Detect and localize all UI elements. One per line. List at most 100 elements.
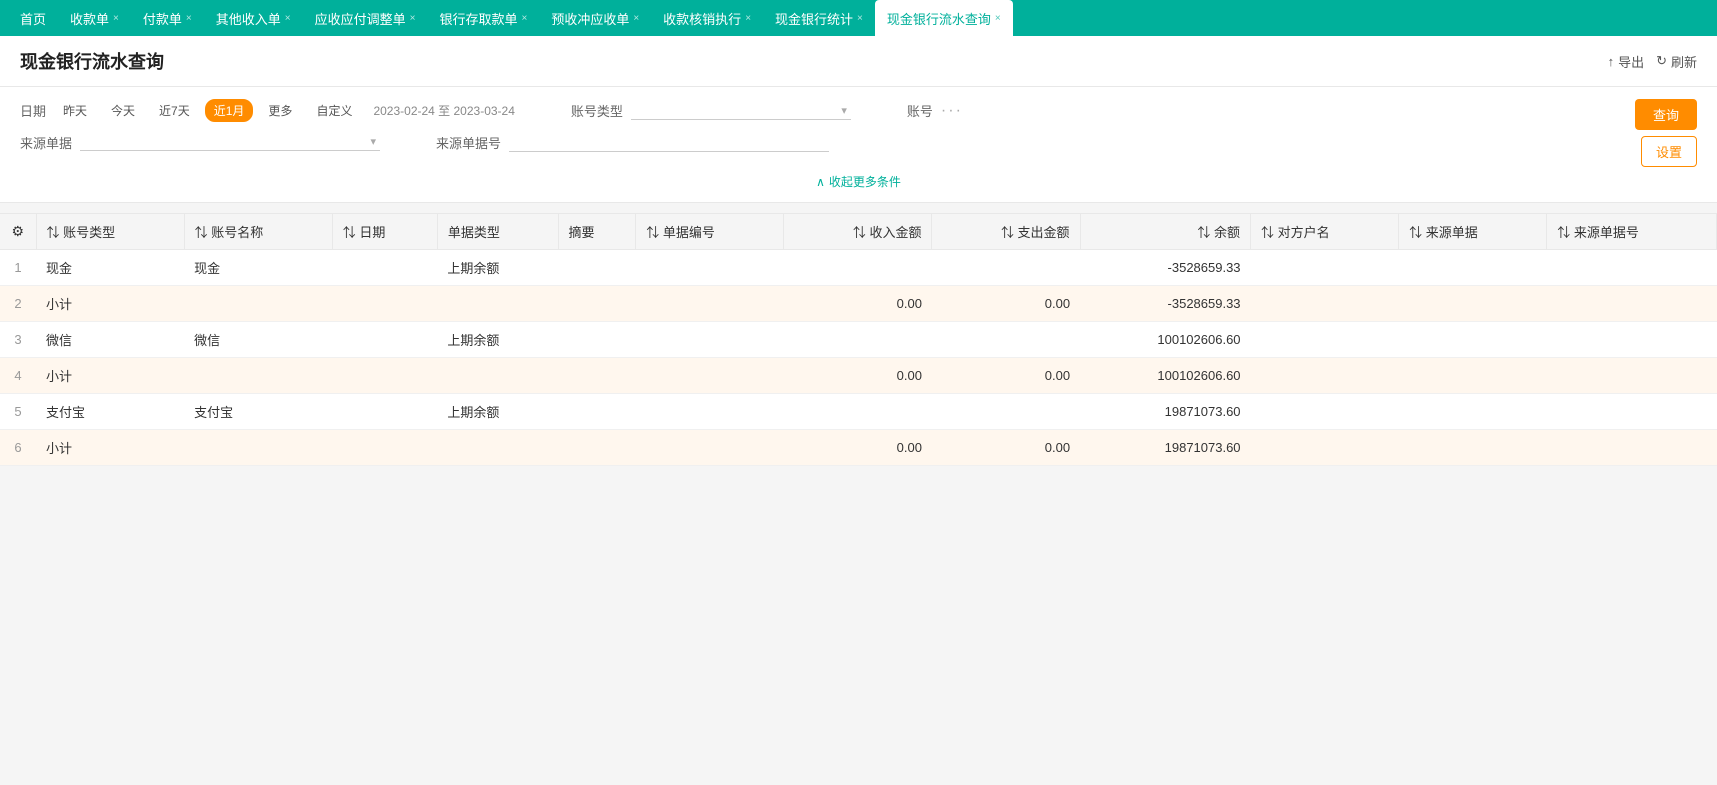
collapse-button[interactable]: ∧ 收起更多条件 [816,173,901,190]
cell-row-num: 5 [0,394,36,430]
cell-counterpart [1251,286,1399,322]
cell-date [332,358,437,394]
col-balance[interactable]: ⇅ 余额 [1080,214,1250,250]
col-doc-type[interactable]: 单据类型 [437,214,558,250]
nav-tab-3[interactable]: 应收应付调整单 × [303,0,428,36]
date-range: 2023-02-24 至 2023-03-24 [373,102,514,119]
col-account-type[interactable]: ⇅ 账号类型 [36,214,184,250]
col-date[interactable]: ⇅ 日期 [332,214,437,250]
cell-doc_type: 上期余额 [437,394,558,430]
col-doc-no[interactable]: ⇅ 单据编号 [636,214,784,250]
export-button[interactable]: ↑ 导出 [1608,52,1645,71]
nav-tab-0[interactable]: 收款单× [58,0,131,36]
cell-date [332,250,437,286]
cell-account_name: 现金 [184,250,332,286]
nav-tab-7[interactable]: 现金银行统计× [763,0,875,36]
nav-tab-label: 应收应付调整单 [315,9,406,28]
export-icon: ↑ [1608,54,1615,69]
nav-tab-5[interactable]: 预收冲应收单× [539,0,651,36]
account-label: 账号 [907,101,933,120]
settings-button[interactable]: 设置 [1641,136,1697,167]
cell-income [784,394,932,430]
close-icon[interactable]: × [521,13,527,24]
cell-row-num: 3 [0,322,36,358]
close-icon[interactable]: × [857,13,863,24]
nav-tab-label: 其他收入单 [216,9,281,28]
filter-area: 日期 昨天今天近7天近1月更多自定义 2023-02-24 至 2023-03-… [0,87,1717,203]
cell-summary [558,358,636,394]
cell-income [784,250,932,286]
account-group: 账号 ··· [907,101,963,120]
cell-source_doc_no [1547,394,1717,430]
date-option-自定义[interactable]: 自定义 [307,99,361,122]
table-container: ⚙ ⇅ 账号类型 ⇅ 账号名称 ⇅ 日期 单据类型 摘要 ⇅ 单据编号 ⇅ 收入… [0,213,1717,466]
cell-doc_no [636,394,784,430]
nav-tab-6[interactable]: 收款核销执行× [651,0,763,36]
date-options: 昨天今天近7天近1月更多自定义 [54,99,361,122]
query-button[interactable]: 查询 [1635,99,1697,130]
close-icon[interactable]: × [410,13,416,24]
cell-source_doc_no [1547,250,1717,286]
source-doc-no-input[interactable] [509,132,829,152]
account-type-select[interactable]: ▾ [631,102,851,120]
cell-income [784,322,932,358]
cell-source_doc_no [1547,430,1717,466]
account-more-button[interactable]: ··· [941,102,963,120]
source-doc-select[interactable]: ▾ [80,133,380,151]
close-icon[interactable]: × [745,13,751,24]
cell-date [332,322,437,358]
collapse-row: ∧ 收起更多条件 [20,173,1697,190]
cell-account_type: 支付宝 [36,394,184,430]
nav-tab-1[interactable]: 付款单× [131,0,204,36]
col-counterpart[interactable]: ⇅ 对方户名 [1251,214,1399,250]
col-account-name[interactable]: ⇅ 账号名称 [184,214,332,250]
date-option-昨天[interactable]: 昨天 [54,99,96,122]
chevron-down-icon: ▾ [841,104,847,117]
cell-expense [932,322,1080,358]
cell-expense: 0.00 [932,286,1080,322]
date-option-更多[interactable]: 更多 [259,99,301,122]
cell-source_doc [1399,250,1547,286]
cell-doc_type: 上期余额 [437,250,558,286]
nav-tab-8[interactable]: 现金银行流水查询× [875,0,1013,36]
date-option-今天[interactable]: 今天 [102,99,144,122]
collapse-icon: ∧ [816,175,825,189]
nav-home[interactable]: 首页 [8,9,58,28]
cell-doc_no [636,322,784,358]
close-icon[interactable]: × [633,13,639,24]
cell-source_doc_no [1547,358,1717,394]
close-icon[interactable]: × [113,13,119,24]
cell-summary [558,322,636,358]
date-option-近1月[interactable]: 近1月 [205,99,254,122]
col-expense[interactable]: ⇅ 支出金额 [932,214,1080,250]
cell-doc_no [636,250,784,286]
nav-tab-2[interactable]: 其他收入单 × [204,0,303,36]
cell-doc_no [636,358,784,394]
nav-tab-4[interactable]: 银行存取款单× [427,0,539,36]
col-source-doc-no[interactable]: ⇅ 来源单据号 [1547,214,1717,250]
cell-date [332,394,437,430]
col-summary[interactable]: 摘要 [558,214,636,250]
cell-account_type: 小计 [36,286,184,322]
cell-balance: 100102606.60 [1080,322,1250,358]
cell-source_doc_no [1547,322,1717,358]
table-row: 4小计0.000.00100102606.60 [0,358,1717,394]
date-option-近7天[interactable]: 近7天 [150,99,199,122]
cell-summary [558,394,636,430]
col-source-doc[interactable]: ⇅ 来源单据 [1399,214,1547,250]
source-doc-group: 来源单据 ▾ [20,133,380,152]
close-icon[interactable]: × [186,13,192,24]
col-settings[interactable]: ⚙ [0,214,36,250]
cell-balance: 19871073.60 [1080,430,1250,466]
cell-balance: -3528659.33 [1080,286,1250,322]
filter-row-2: 来源单据 ▾ 来源单据号 [20,132,1635,152]
refresh-button[interactable]: ↻ 刷新 [1656,52,1697,71]
gear-icon: ⚙ [11,223,24,239]
cell-counterpart [1251,250,1399,286]
source-doc-no-label: 来源单据号 [436,133,501,152]
cell-summary [558,430,636,466]
close-icon[interactable]: × [995,13,1001,24]
col-income[interactable]: ⇅ 收入金额 [784,214,932,250]
cell-account_name: 微信 [184,322,332,358]
close-icon[interactable]: × [285,13,291,24]
